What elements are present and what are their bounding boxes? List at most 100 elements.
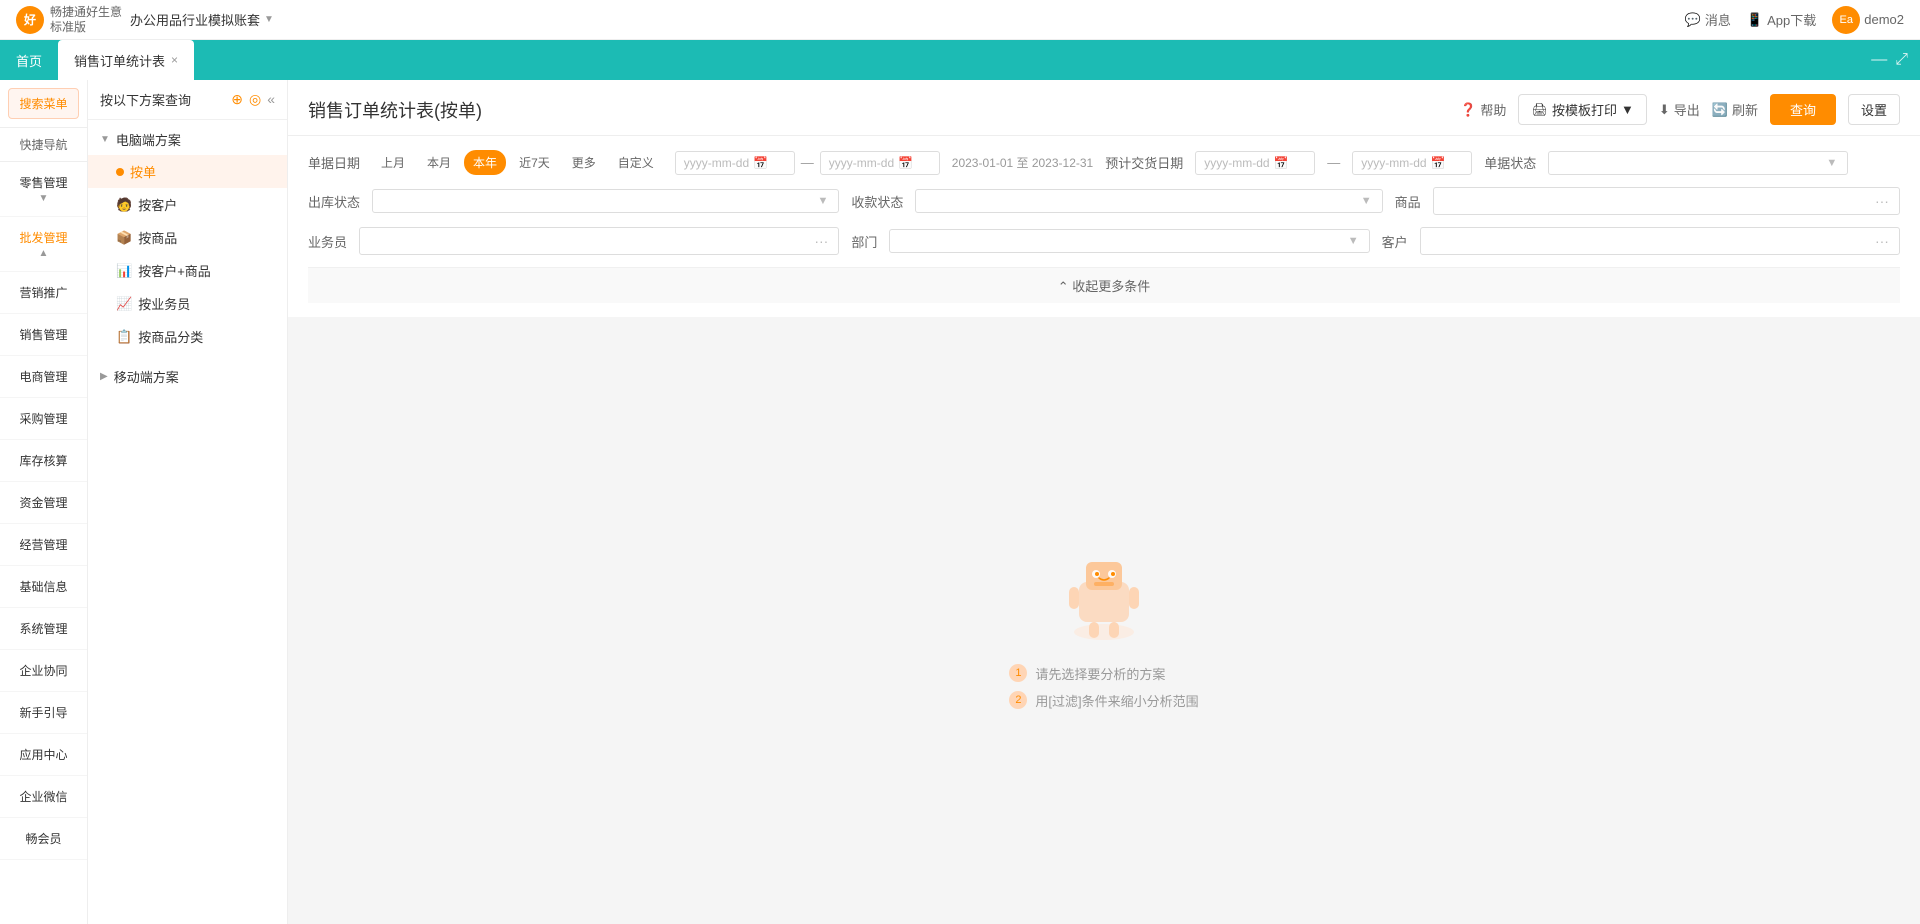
calendar-icon: 📅 (1431, 156, 1446, 170)
shipment-status-select[interactable]: ▼ (372, 189, 839, 213)
app-download-button[interactable]: 📱 App下载 (1747, 10, 1816, 29)
product-select[interactable]: ··· (1433, 187, 1900, 215)
sidebar-item-wholesale[interactable]: 批发管理 ▲ (0, 217, 87, 272)
last-7days-button[interactable]: 近7天 (510, 150, 559, 175)
empty-tip-2: 2 用[过滤]条件来缩小分析范围 (1009, 691, 1198, 710)
export-button[interactable]: ⬇ 导出 (1659, 100, 1700, 119)
more-dots-icon: ··· (1875, 193, 1889, 209)
user-menu[interactable]: Ea demo2 (1832, 6, 1904, 34)
settings-scheme-button[interactable]: ◎ (249, 91, 261, 108)
more-button[interactable]: 更多 (563, 150, 605, 175)
scheme-icon: 📈 (116, 296, 132, 312)
scheme-item-by-salesman[interactable]: 📈 按业务员 (88, 287, 287, 320)
scheme-group-pc-header[interactable]: ▼ 电脑端方案 (88, 124, 287, 155)
empty-tip-1: 1 请先选择要分析的方案 (1009, 664, 1198, 683)
scheme-group-mobile: ▶ 移动端方案 (88, 357, 287, 396)
payment-status-label: 收款状态 (851, 192, 903, 211)
date-separator2: — (1327, 155, 1340, 170)
chevron-down-icon: ▼ (264, 14, 274, 25)
header-left: 好 畅捷通好生意 标准版 办公用品行业模拟账套 ▼ (16, 5, 274, 34)
sidebar-item-corp[interactable]: 企业协同 (0, 650, 87, 692)
sidebar-item-marketing[interactable]: 营销推广 (0, 272, 87, 314)
sidebar-item-wechat[interactable]: 企业微信 (0, 776, 87, 818)
message-button[interactable]: 💬 消息 (1685, 10, 1731, 29)
add-scheme-button[interactable]: ⊕ (231, 91, 243, 108)
scheme-group-mobile-header[interactable]: ▶ 移动端方案 (88, 361, 287, 392)
sidebar-item-ecommerce[interactable]: 电商管理 (0, 356, 87, 398)
minimize-button[interactable]: — (1871, 51, 1887, 69)
more-dots-icon: ··· (1875, 233, 1889, 249)
help-button[interactable]: ❓ 帮助 (1460, 100, 1506, 119)
scheme-item-by-category[interactable]: 📋 按商品分类 (88, 320, 287, 353)
custom-button[interactable]: 自定义 (609, 150, 663, 175)
scheme-item-by-customer[interactable]: 🧑 按客户 (88, 188, 287, 221)
sidebar-item-finance[interactable]: 资金管理 (0, 482, 87, 524)
expand-button[interactable]: ⤢ (1895, 51, 1908, 69)
quick-nav-button[interactable]: 快捷导航 (0, 128, 87, 162)
department-select[interactable]: ▼ (889, 229, 1369, 253)
sidebar-item-inventory[interactable]: 库存核算 (0, 440, 87, 482)
scheme-icon: 📋 (116, 329, 132, 345)
scheme-icon: 📊 (116, 263, 132, 279)
sidebar-item-basic[interactable]: 基础信息 (0, 566, 87, 608)
department-label: 部门 (851, 232, 877, 251)
sidebar-item-retail[interactable]: 零售管理 ▼ (0, 162, 87, 217)
query-button[interactable]: 查询 (1770, 94, 1836, 125)
print-button[interactable]: 🖨 按模板打印 ▼ (1518, 94, 1646, 125)
chevron-up-icon: ▲ (39, 248, 49, 259)
app-selector[interactable]: 办公用品行业模拟账套 ▼ (130, 10, 274, 29)
salesman-select[interactable]: ··· (359, 227, 839, 255)
print-icon: 🖨 (1531, 102, 1548, 118)
tip-number-2: 2 (1009, 691, 1027, 709)
sidebar-item-sales[interactable]: 销售管理 (0, 314, 87, 356)
export-icon: ⬇ (1659, 102, 1670, 118)
expected-date-from-input[interactable]: yyyy-mm-dd 📅 (1195, 151, 1315, 175)
payment-status-select[interactable]: ▼ (915, 189, 1382, 213)
sidebar: 搜索菜单 快捷导航 零售管理 ▼ 批发管理 ▲ 营销推广 销售管理 电商管理 采… (0, 80, 88, 924)
search-menu-button[interactable]: 搜索菜单 (8, 88, 79, 119)
salesman-label: 业务员 (308, 232, 347, 251)
sidebar-item-operation[interactable]: 经营管理 (0, 524, 87, 566)
collapse-bar[interactable]: ⌃ 收起更多条件 (308, 267, 1900, 303)
tab-home[interactable]: 首页 (0, 40, 58, 80)
last-month-button[interactable]: 上月 (372, 150, 414, 175)
sidebar-search-area: 搜索菜单 (0, 80, 87, 128)
shipment-status-label: 出库状态 (308, 192, 360, 211)
scheme-item-by-cust-prod[interactable]: 📊 按客户+商品 (88, 254, 287, 287)
order-status-select[interactable]: ▼ (1548, 151, 1848, 175)
download-icon: 📱 (1747, 12, 1763, 28)
page-actions: ❓ 帮助 🖨 按模板打印 ▼ ⬇ 导出 🔄 刷新 (1460, 94, 1900, 125)
settings-button[interactable]: 设置 (1848, 94, 1900, 125)
logo-icon: 好 (16, 6, 44, 34)
scheme-group-pc: ▼ 电脑端方案 按单 🧑 按客户 📦 按商品 📊 按客户+商品 (88, 120, 287, 357)
sidebar-item-newbie[interactable]: 新手引导 (0, 692, 87, 734)
sidebar-item-member[interactable]: 畅会员 (0, 818, 87, 860)
message-icon: 💬 (1685, 12, 1701, 28)
collapse-panel-button[interactable]: « (267, 91, 275, 108)
this-year-button[interactable]: 本年 (464, 150, 506, 175)
sidebar-item-apps[interactable]: 应用中心 (0, 734, 87, 776)
scheme-item-by-order[interactable]: 按单 (88, 155, 287, 188)
sidebar-item-purchase[interactable]: 采购管理 (0, 398, 87, 440)
header-right: 💬 消息 📱 App下载 Ea demo2 (1685, 6, 1904, 34)
scheme-icon: 📦 (116, 230, 132, 246)
sidebar-item-system[interactable]: 系统管理 (0, 608, 87, 650)
this-month-button[interactable]: 本月 (418, 150, 460, 175)
customer-select[interactable]: ··· (1420, 227, 1900, 255)
date-quick-buttons: 上月 本月 本年 近7天 更多 自定义 (372, 150, 663, 175)
tab-stats[interactable]: 销售订单统计表 × (58, 40, 194, 80)
logo-area: 好 畅捷通好生意 标准版 (16, 5, 122, 34)
calendar-icon: 📅 (898, 156, 913, 170)
chevron-down-icon: ▼ (1361, 195, 1372, 207)
avatar: Ea (1832, 6, 1860, 34)
tab-close-icon[interactable]: × (171, 53, 178, 67)
filter-area: 单据日期 上月 本月 本年 近7天 更多 自定义 yyyy-mm-dd 📅 (288, 136, 1920, 317)
scheme-item-by-product[interactable]: 📦 按商品 (88, 221, 287, 254)
product-label: 商品 (1395, 192, 1421, 211)
date-from-input[interactable]: yyyy-mm-dd 📅 (675, 151, 795, 175)
empty-illustration (1044, 532, 1164, 652)
date-to-input[interactable]: yyyy-mm-dd 📅 (820, 151, 940, 175)
expected-date-to-input[interactable]: yyyy-mm-dd 📅 (1352, 151, 1472, 175)
refresh-button[interactable]: 🔄 刷新 (1712, 100, 1758, 119)
page-title: 销售订单统计表(按单) (308, 97, 482, 123)
